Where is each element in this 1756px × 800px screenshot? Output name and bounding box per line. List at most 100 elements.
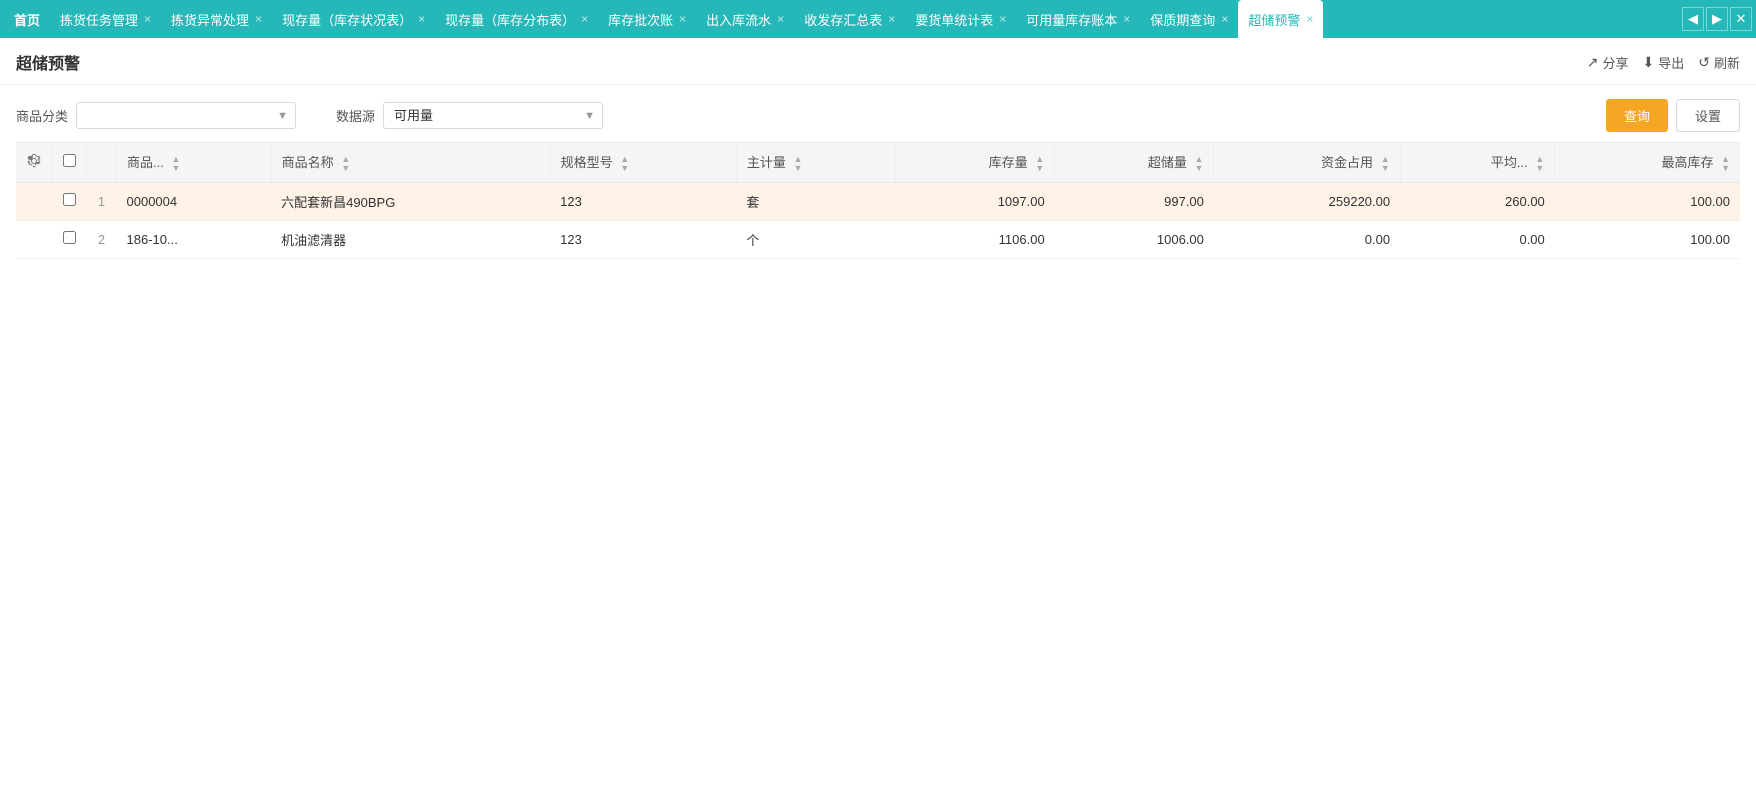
row-unit: 套	[736, 182, 895, 220]
query-button[interactable]: 查询	[1606, 99, 1668, 132]
datasource-select-wrapper: 可用量 库存量 ▼	[383, 102, 603, 129]
refresh-button[interactable]: ↺ 刷新	[1698, 53, 1740, 72]
close-overstock[interactable]: ×	[1306, 12, 1313, 26]
share-button[interactable]: ↗ 分享	[1587, 53, 1629, 72]
page-container: 超储预警 ↗ 分享 ⬇ 导出 ↺ 刷新 商品分类 ▼	[0, 38, 1756, 800]
row-max-stock: 100.00	[1555, 220, 1740, 258]
th-avg-label: 平均...	[1491, 155, 1528, 170]
table-wrapper: 商品... ▲▼ 商品名称 ▲▼ 规格型号 ▲▼ 主计量 ▲▼	[0, 142, 1756, 259]
row-avg: 260.00	[1400, 182, 1555, 220]
th-spec[interactable]: 规格型号 ▲▼	[550, 143, 736, 183]
table-row[interactable]: 1 0000004 六配套新昌490BPG 123 套 1097.00 997.…	[16, 182, 1740, 220]
row-checkbox[interactable]	[63, 231, 76, 244]
nav-arrow-close[interactable]: ✕	[1730, 7, 1752, 31]
category-select[interactable]	[76, 102, 296, 129]
row-max-stock: 100.00	[1555, 182, 1740, 220]
row-overstock: 1006.00	[1055, 220, 1214, 258]
close-pick-task[interactable]: ×	[144, 12, 151, 26]
row-checkbox-cell[interactable]	[53, 182, 87, 220]
checkbox-all[interactable]	[63, 154, 76, 167]
nav-home[interactable]: 首页	[4, 0, 50, 38]
row-checkbox[interactable]	[63, 193, 76, 206]
nav-pick-task[interactable]: 拣货任务管理 ×	[50, 0, 161, 38]
nav-recv-sum[interactable]: 收发存汇总表 ×	[794, 0, 905, 38]
export-button[interactable]: ⬇ 导出	[1643, 53, 1685, 72]
th-product-name-label: 商品名称	[282, 155, 334, 170]
sort-icon-unit: ▲▼	[793, 155, 802, 173]
nav-stock-status[interactable]: 现存量（库存状况表） ×	[272, 0, 435, 38]
row-product-name: 六配套新昌490BPG	[271, 182, 550, 220]
sort-icon-spec: ▲▼	[620, 155, 629, 173]
close-stock-status[interactable]: ×	[418, 12, 425, 26]
th-product-code-label: 商品...	[127, 155, 164, 170]
close-stock-dist[interactable]: ×	[581, 12, 588, 26]
nav-stock-dist[interactable]: 现存量（库存分布表） ×	[435, 0, 598, 38]
row-overstock: 997.00	[1055, 182, 1214, 220]
th-capital[interactable]: 资金占用 ▲▼	[1214, 143, 1400, 183]
th-checkbox-all[interactable]	[53, 143, 87, 183]
page-header: 超储预警 ↗ 分享 ⬇ 导出 ↺ 刷新	[0, 38, 1756, 85]
close-shelf-life[interactable]: ×	[1221, 12, 1228, 26]
sort-icon-overstock: ▲▼	[1194, 155, 1203, 173]
export-icon: ⬇	[1643, 54, 1655, 71]
datasource-select[interactable]: 可用量 库存量	[383, 102, 603, 129]
th-max-stock[interactable]: 最高库存 ▲▼	[1555, 143, 1740, 183]
close-order-stat[interactable]: ×	[999, 12, 1006, 26]
nav-shelf-life[interactable]: 保质期查询 ×	[1140, 0, 1238, 38]
th-overstock[interactable]: 超储量 ▲▼	[1055, 143, 1214, 183]
nav-order-stat[interactable]: 要货单统计表 ×	[905, 0, 1016, 38]
category-label: 商品分类	[16, 106, 68, 125]
th-row-num	[87, 143, 117, 183]
settings-button[interactable]: 设置	[1676, 99, 1740, 132]
th-avg[interactable]: 平均... ▲▼	[1400, 143, 1555, 183]
row-checkbox-cell[interactable]	[53, 220, 87, 258]
nav-avail-ledger[interactable]: 可用量库存账本 ×	[1016, 0, 1140, 38]
sort-icon-product-name: ▲▼	[341, 155, 350, 173]
close-batch-ledger[interactable]: ×	[679, 12, 686, 26]
th-gear[interactable]	[16, 143, 53, 183]
th-unit[interactable]: 主计量 ▲▼	[736, 143, 895, 183]
th-stock-label: 库存量	[989, 155, 1028, 170]
th-max-stock-label: 最高库存	[1661, 155, 1713, 170]
close-avail-ledger[interactable]: ×	[1123, 12, 1130, 26]
row-product-code: 0000004	[117, 182, 272, 220]
row-capital: 0.00	[1214, 220, 1400, 258]
close-inout-flow[interactable]: ×	[777, 12, 784, 26]
filter-area: 商品分类 ▼ 数据源 可用量 库存量 ▼ 查询 设置	[0, 85, 1756, 142]
table-header-row: 商品... ▲▼ 商品名称 ▲▼ 规格型号 ▲▼ 主计量 ▲▼	[16, 143, 1740, 183]
row-spec: 123	[550, 182, 736, 220]
th-product-code[interactable]: 商品... ▲▼	[117, 143, 272, 183]
row-avg: 0.00	[1400, 220, 1555, 258]
sort-icon-max-stock: ▲▼	[1721, 155, 1730, 173]
th-stock[interactable]: 库存量 ▲▼	[896, 143, 1055, 183]
row-num: 1	[87, 182, 117, 220]
row-product-code: 186-10...	[117, 220, 272, 258]
filter-actions: 查询 设置	[1606, 99, 1740, 132]
row-capital: 259220.00	[1214, 182, 1400, 220]
th-unit-label: 主计量	[747, 155, 786, 170]
page-title: 超储预警	[16, 50, 80, 74]
row-spec: 123	[550, 220, 736, 258]
sort-icon-stock: ▲▼	[1035, 155, 1044, 173]
close-recv-sum[interactable]: ×	[888, 12, 895, 26]
datasource-filter: 数据源 可用量 库存量 ▼	[336, 102, 603, 129]
row-num: 2	[87, 220, 117, 258]
nav-arrow-left[interactable]: ◀	[1682, 7, 1704, 31]
th-product-name[interactable]: 商品名称 ▲▼	[271, 143, 550, 183]
table-body: 1 0000004 六配套新昌490BPG 123 套 1097.00 997.…	[16, 182, 1740, 258]
nav-batch-ledger[interactable]: 库存批次账 ×	[598, 0, 696, 38]
nav-pick-exception[interactable]: 拣货异常处理 ×	[161, 0, 272, 38]
close-pick-exception[interactable]: ×	[255, 12, 262, 26]
nav-inout-flow[interactable]: 出入库流水 ×	[696, 0, 794, 38]
category-filter: 商品分类 ▼	[16, 102, 296, 129]
row-product-name: 机油滤清器	[271, 220, 550, 258]
nav-arrow-right[interactable]: ▶	[1706, 7, 1728, 31]
row-unit: 个	[736, 220, 895, 258]
row-gear-cell	[16, 220, 53, 258]
nav-overstock[interactable]: 超储预警 ×	[1238, 0, 1323, 38]
top-nav: 首页 拣货任务管理 × 拣货异常处理 × 现存量（库存状况表） × 现存量（库存…	[0, 0, 1756, 38]
row-gear-cell	[16, 182, 53, 220]
refresh-icon: ↺	[1698, 54, 1710, 71]
table-row[interactable]: 2 186-10... 机油滤清器 123 个 1106.00 1006.00 …	[16, 220, 1740, 258]
header-actions: ↗ 分享 ⬇ 导出 ↺ 刷新	[1587, 53, 1740, 72]
